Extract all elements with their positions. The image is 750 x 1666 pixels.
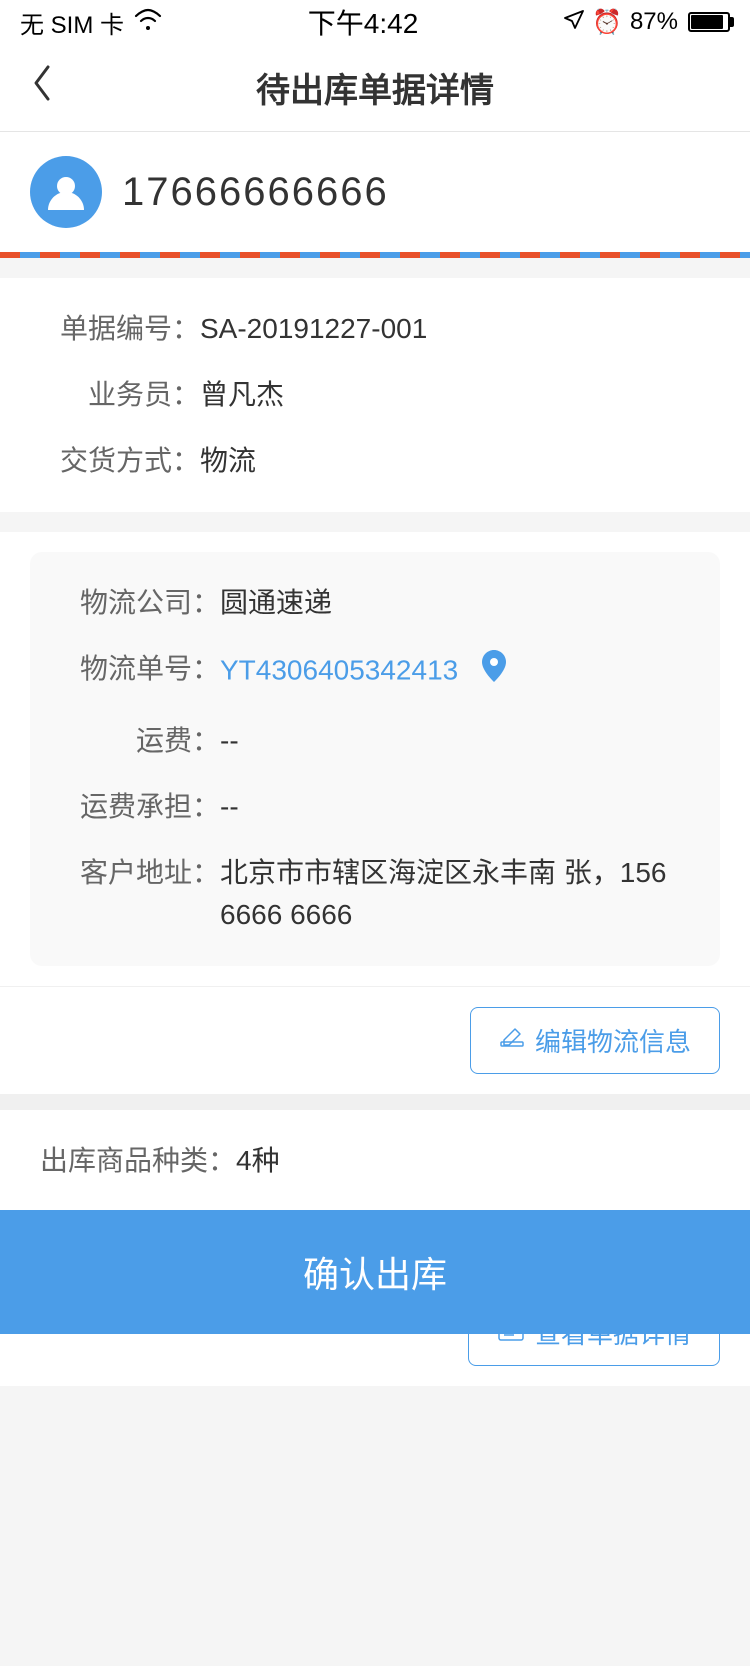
tracking-value: YT43064053424​13 [220, 648, 690, 696]
logistics-box: 物流公司： 圆通速递 物流单号： YT43064053424​13 运费： --… [30, 552, 720, 966]
status-time: 下午4:42 [308, 2, 419, 42]
status-bar: 无 SIM 卡 下午4:42 ⏰ 87% [0, 0, 750, 44]
wifi-icon [134, 8, 162, 37]
location-icon [564, 8, 584, 37]
page-title: 待出库单据详情 [256, 63, 494, 112]
separator [0, 1094, 750, 1110]
confirm-button[interactable]: 确认出库 [0, 1210, 750, 1334]
dashed-divider [0, 252, 750, 258]
logistics-section: 物流公司： 圆通速递 物流单号： YT43064053424​13 运费： --… [0, 532, 750, 986]
salesman-label: 业务员： [40, 374, 200, 416]
status-left: 无 SIM 卡 [20, 5, 162, 40]
phone-number: 17666666666 [122, 170, 389, 215]
delivery-value: 物流 [200, 440, 710, 482]
empty-space [0, 1386, 750, 1666]
salesman-row: 业务员： 曾凡杰 [40, 374, 710, 416]
delivery-label: 交货方式： [40, 440, 200, 482]
delivery-row: 交货方式： 物流 [40, 440, 710, 482]
battery-percentage: 87% [630, 8, 678, 36]
goods-types-label: 出库商品种类： [40, 1140, 236, 1182]
document-label: 单据编号： [40, 308, 200, 350]
freight-row: 运费： -- [60, 720, 690, 762]
freight-label: 运费： [60, 720, 220, 762]
location-pin-icon[interactable] [478, 648, 510, 696]
carrier-text: 无 SIM 卡 [20, 5, 124, 40]
status-right: ⏰ 87% [564, 8, 730, 37]
profile-header: 17666666666 [0, 132, 750, 252]
goods-types-value: 4种 [236, 1140, 710, 1182]
address-value: 北京市市辖区海淀区永丰南 张，156 6666 6666 [220, 852, 690, 936]
order-info-section: 单据编号： SA-20191227-001 业务员： 曾凡杰 交货方式： 物流 [0, 278, 750, 512]
company-label: 物流公司： [60, 582, 220, 624]
confirm-label: 确认出库 [303, 1254, 447, 1295]
tracking-label: 物流单号： [60, 648, 220, 690]
document-value: SA-20191227-001 [200, 308, 710, 350]
freight-bear-row: 运费承担： -- [60, 786, 690, 828]
edit-logistics-footer: 编辑物流信息 [0, 986, 750, 1094]
goods-types-row: 出库商品种类： 4种 [40, 1140, 710, 1182]
battery-icon [688, 12, 730, 32]
salesman-value: 曾凡杰 [200, 374, 710, 416]
company-value: 圆通速递 [220, 582, 690, 624]
edit-logistics-button[interactable]: 编辑物流信息 [470, 1007, 720, 1074]
freight-bear-label: 运费承担： [60, 786, 220, 828]
avatar [30, 156, 102, 228]
freight-value: -- [220, 720, 690, 762]
address-label: 客户地址： [60, 852, 220, 894]
edit-icon [499, 1024, 525, 1057]
company-row: 物流公司： 圆通速递 [60, 582, 690, 624]
tracking-row: 物流单号： YT43064053424​13 [60, 648, 690, 696]
address-row: 客户地址： 北京市市辖区海淀区永丰南 张，156 6666 6666 [60, 852, 690, 936]
document-row: 单据编号： SA-20191227-001 [40, 308, 710, 350]
edit-logistics-label: 编辑物流信息 [535, 1022, 691, 1059]
alarm-icon: ⏰ [592, 8, 622, 37]
freight-bear-value: -- [220, 786, 690, 828]
navigation-bar: 待出库单据详情 [0, 44, 750, 132]
back-button[interactable] [30, 63, 54, 112]
